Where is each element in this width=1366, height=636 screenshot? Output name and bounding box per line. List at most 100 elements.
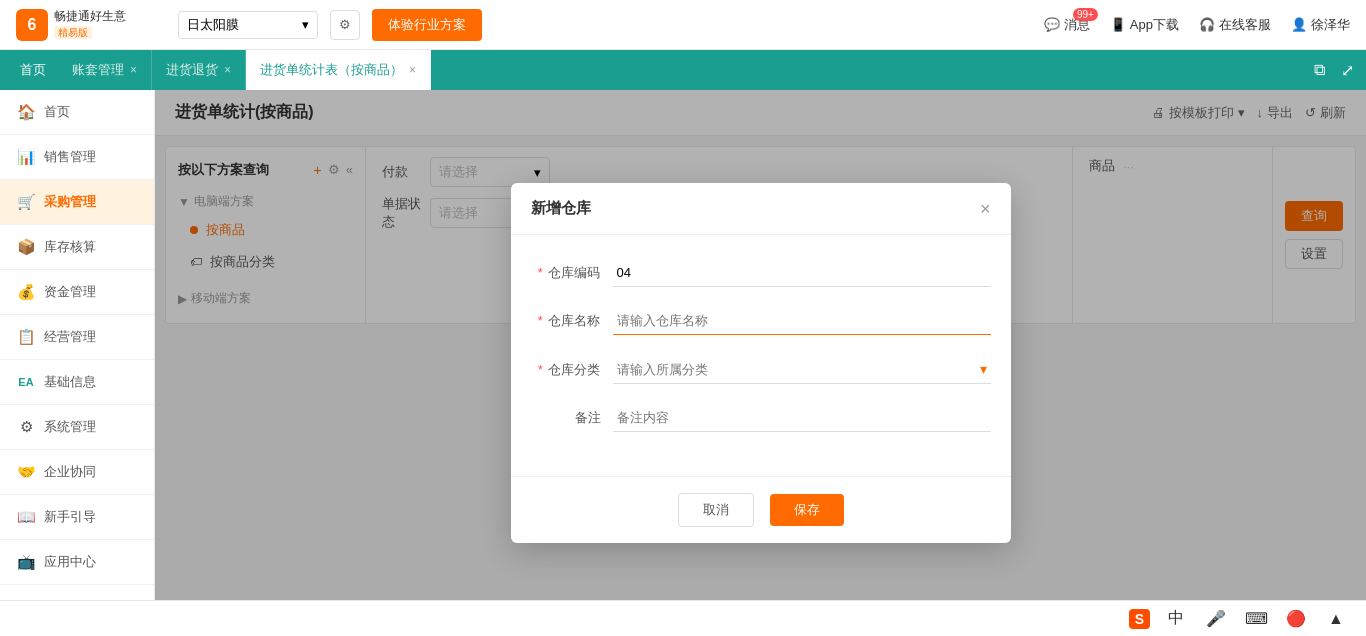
zh-icon[interactable]: 中	[1162, 605, 1190, 633]
save-button[interactable]: 保存	[770, 494, 844, 526]
tab-close-purchase-return[interactable]: ×	[224, 63, 231, 77]
modal-body: * 仓库编码 * 仓库名称	[511, 235, 1011, 476]
main-layout: 🏠 首页 📊 销售管理 🛒 采购管理 📦 库存核算 💰 资金管理 📋 经营管理 …	[0, 90, 1366, 636]
phone-icon: 📱	[1110, 17, 1126, 32]
form-row-code: * 仓库编码	[531, 259, 991, 287]
form-row-category: * 仓库分类 ▾	[531, 355, 991, 384]
store-selector[interactable]: 日太阳膜 ▾	[178, 11, 318, 39]
enterprise-icon: 🤝	[16, 462, 36, 482]
sidebar-label-system: 系统管理	[44, 418, 96, 436]
sidebar-label-sales: 销售管理	[44, 148, 96, 166]
header-right: 💬 消息 99+ 📱 App下载 🎧 在线客服 👤 徐泽华	[1044, 16, 1350, 34]
tab-label-purchase-stats: 进货单统计表（按商品）	[260, 61, 403, 79]
sidebar-label-home: 首页	[44, 103, 70, 121]
sidebar-item-basic-info[interactable]: EA 基础信息	[0, 360, 154, 405]
name-required: *	[538, 313, 543, 328]
cancel-button[interactable]: 取消	[678, 493, 754, 527]
sidebar-label-purchase: 采购管理	[44, 193, 96, 211]
trial-button[interactable]: 体验行业方案	[372, 9, 482, 41]
category-form-label: * 仓库分类	[531, 361, 601, 379]
content-area: 进货单统计(按商品) 🖨 按模板打印 ▾ ↓ 导出 ↺ 刷新	[155, 90, 1366, 636]
modal-title: 新增仓库	[531, 199, 591, 218]
inventory-icon: 📦	[16, 237, 36, 257]
mic-icon[interactable]: 🎤	[1202, 605, 1230, 633]
tab-label-accounts: 账套管理	[72, 61, 124, 79]
online-service-button[interactable]: 🎧 在线客服	[1199, 16, 1271, 34]
tab-close-accounts[interactable]: ×	[130, 63, 137, 77]
s-logo: S	[1129, 609, 1150, 629]
modal: 新增仓库 × * 仓库编码 *	[511, 183, 1011, 543]
form-row-name: * 仓库名称	[531, 307, 991, 335]
bottom-bar: S 中 🎤 ⌨ 🔴 ▲	[0, 600, 1366, 636]
category-select-input[interactable]	[617, 362, 980, 377]
sidebar-label-finance: 资金管理	[44, 283, 96, 301]
tab-restore-icon[interactable]: ⧉	[1310, 57, 1329, 84]
tab-close-purchase-stats[interactable]: ×	[409, 63, 416, 77]
sidebar-label-guide: 新手引导	[44, 508, 96, 526]
sidebar-label-operations: 经营管理	[44, 328, 96, 346]
app-label: App下载	[1130, 16, 1179, 34]
indicator-red: 🔴	[1282, 605, 1310, 633]
tab-accounts[interactable]: 账套管理 ×	[58, 50, 152, 90]
headset-icon: 🎧	[1199, 17, 1215, 32]
name-label: * 仓库名称	[531, 312, 601, 330]
sidebar-item-inventory[interactable]: 📦 库存核算	[0, 225, 154, 270]
user-info[interactable]: 👤 徐泽华	[1291, 16, 1350, 34]
sidebar-item-finance[interactable]: 💰 资金管理	[0, 270, 154, 315]
overlay[interactable]: 新增仓库 × * 仓库编码 *	[155, 90, 1366, 636]
avatar-icon: 👤	[1291, 17, 1307, 32]
app-download-button[interactable]: 📱 App下载	[1110, 16, 1179, 34]
sidebar-item-home[interactable]: 🏠 首页	[0, 90, 154, 135]
home-icon: 🏠	[16, 102, 36, 122]
basic-info-icon: EA	[16, 372, 36, 392]
message-icon: 💬	[1044, 17, 1060, 32]
purchase-icon: 🛒	[16, 192, 36, 212]
sidebar-label-enterprise: 企业协同	[44, 463, 96, 481]
tab-label-purchase-return: 进货退货	[166, 61, 218, 79]
sidebar-item-enterprise[interactable]: 🤝 企业协同	[0, 450, 154, 495]
messages-button[interactable]: 💬 消息 99+	[1044, 16, 1090, 34]
sidebar: 🏠 首页 📊 销售管理 🛒 采购管理 📦 库存核算 💰 资金管理 📋 经营管理 …	[0, 90, 155, 636]
warehouse-code-input[interactable]	[613, 259, 991, 287]
form-row-remark: 备注	[531, 404, 991, 432]
tab-fullscreen-icon[interactable]: ⤢	[1337, 57, 1358, 84]
remark-input[interactable]	[613, 404, 991, 432]
logo-area: 6 畅捷通好生意 精易版	[16, 9, 166, 41]
system-icon: ⚙	[16, 417, 36, 437]
sales-icon: 📊	[16, 147, 36, 167]
tab-actions: ⧉ ⤢	[1310, 57, 1358, 84]
code-required: *	[538, 265, 543, 280]
logo-text-wrap: 畅捷通好生意 精易版	[54, 9, 126, 41]
gear-button[interactable]: ⚙	[330, 10, 360, 40]
warehouse-name-input[interactable]	[613, 307, 991, 335]
sidebar-item-sales[interactable]: 📊 销售管理	[0, 135, 154, 180]
chevron-up-icon[interactable]: ▲	[1322, 605, 1350, 633]
tab-bar: 首页 账套管理 × 进货退货 × 进货单统计表（按商品） × ⧉ ⤢	[0, 50, 1366, 90]
sidebar-item-guide[interactable]: 📖 新手引导	[0, 495, 154, 540]
tab-purchase-stats[interactable]: 进货单统计表（按商品） ×	[246, 50, 431, 90]
operations-icon: 📋	[16, 327, 36, 347]
category-select-wrap[interactable]: ▾	[613, 355, 991, 384]
user-name: 徐泽华	[1311, 16, 1350, 34]
tab-home[interactable]: 首页	[8, 61, 58, 79]
tab-purchase-return[interactable]: 进货退货 ×	[152, 50, 246, 90]
modal-header: 新增仓库 ×	[511, 183, 1011, 235]
code-label: * 仓库编码	[531, 264, 601, 282]
finance-icon: 💰	[16, 282, 36, 302]
top-header: 6 畅捷通好生意 精易版 日太阳膜 ▾ ⚙ 体验行业方案 💬 消息 99+ 📱 …	[0, 0, 1366, 50]
logo-edition: 精易版	[54, 26, 92, 39]
keyboard-icon[interactable]: ⌨	[1242, 605, 1270, 633]
category-arrow-icon: ▾	[980, 361, 987, 377]
sidebar-label-inventory: 库存核算	[44, 238, 96, 256]
sidebar-item-app-center[interactable]: 📺 应用中心	[0, 540, 154, 585]
modal-footer: 取消 保存	[511, 476, 1011, 543]
service-label: 在线客服	[1219, 16, 1271, 34]
app-center-icon: 📺	[16, 552, 36, 572]
dropdown-arrow-icon: ▾	[302, 17, 309, 32]
sidebar-item-operations[interactable]: 📋 经营管理	[0, 315, 154, 360]
logo-icon: 6	[16, 9, 48, 41]
guide-icon: 📖	[16, 507, 36, 527]
sidebar-item-purchase[interactable]: 🛒 采购管理	[0, 180, 154, 225]
modal-close-button[interactable]: ×	[980, 200, 991, 218]
sidebar-item-system[interactable]: ⚙ 系统管理	[0, 405, 154, 450]
